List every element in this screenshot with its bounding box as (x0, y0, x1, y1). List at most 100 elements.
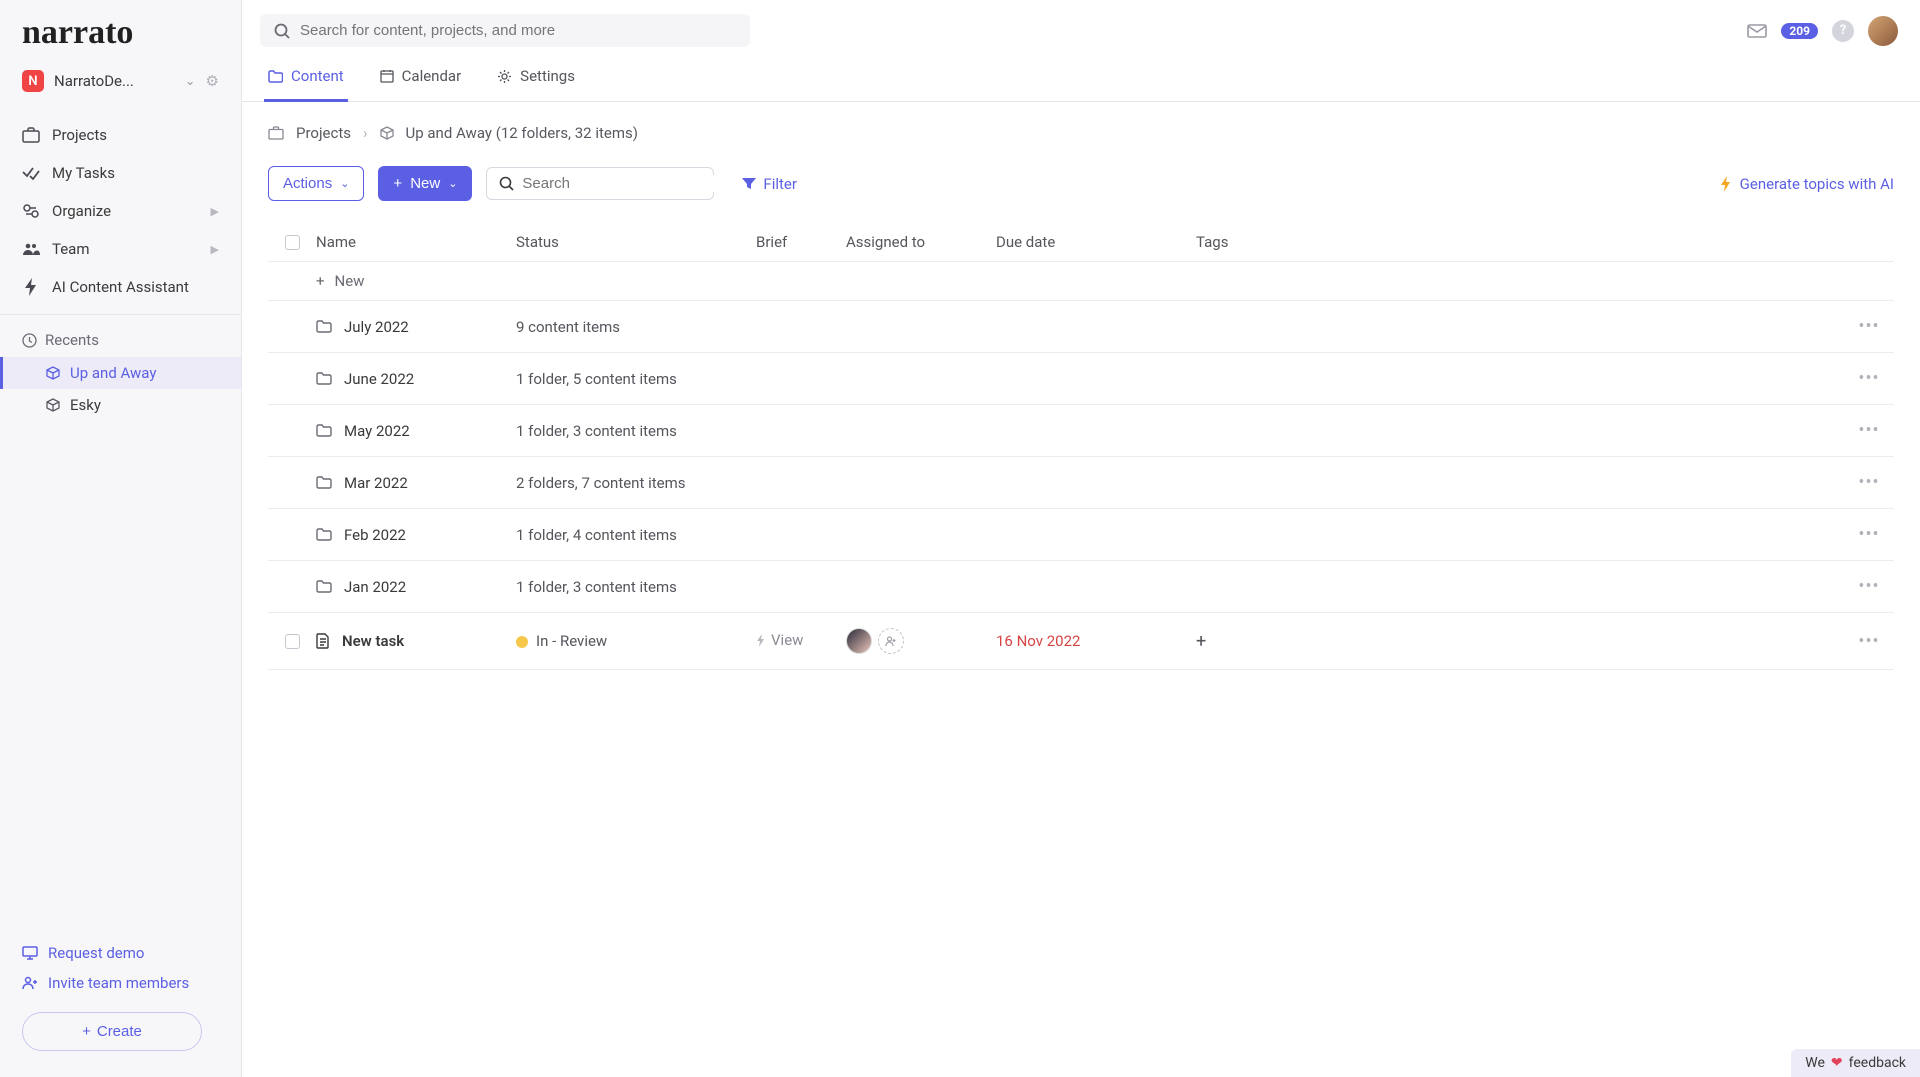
row-status: 1 folder, 4 content items (516, 526, 756, 544)
filter-label: Filter (763, 175, 797, 193)
row-due[interactable]: 16 Nov 2022 (996, 632, 1196, 650)
sidebar-footer: Request demo Invite team members + Creat… (0, 932, 241, 1077)
main: 209 ? Content Calendar Settings Proje (242, 0, 1920, 1077)
sidebar-item-mytasks[interactable]: My Tasks (0, 154, 241, 192)
user-avatar[interactable] (1868, 16, 1898, 46)
recents-label: Recents (45, 331, 99, 349)
table-row[interactable]: Jan 2022 1 folder, 3 content items ••• (268, 561, 1894, 613)
row-menu-button[interactable]: ••• (1844, 524, 1894, 545)
chevron-down-icon[interactable]: ⌄ (185, 74, 196, 89)
col-assigned[interactable]: Assigned to (846, 233, 996, 251)
new-button[interactable]: + New ⌄ (378, 166, 472, 201)
sidebar-item-label: Organize (52, 202, 111, 220)
generate-ai-button[interactable]: Generate topics with AI (1720, 175, 1894, 193)
envelope-icon[interactable] (1747, 24, 1767, 38)
breadcrumb-current[interactable]: Up and Away (12 folders, 32 items) (406, 124, 638, 142)
user-plus-icon (22, 976, 38, 990)
sidebar-item-label: Projects (52, 126, 107, 144)
heart-icon: ❤ (1831, 1055, 1843, 1071)
assignee-avatar[interactable] (846, 628, 872, 654)
col-name[interactable]: Name (316, 233, 516, 251)
add-assignee-button[interactable] (878, 628, 904, 654)
create-button[interactable]: + Create (22, 1012, 202, 1051)
status-dot (516, 636, 528, 648)
folder-icon (268, 70, 283, 83)
add-tag-button[interactable]: + (1196, 631, 1206, 652)
table-row[interactable]: Feb 2022 1 folder, 4 content items ••• (268, 509, 1894, 561)
actions-label: Actions (283, 175, 332, 192)
request-demo-label: Request demo (48, 944, 144, 962)
col-status[interactable]: Status (516, 233, 756, 251)
tab-label: Calendar (402, 67, 462, 85)
feedback-label: feedback (1849, 1055, 1906, 1071)
folder-icon (316, 580, 332, 593)
actions-button[interactable]: Actions ⌄ (268, 166, 364, 201)
content-table: Name Status Brief Assigned to Due date T… (268, 223, 1894, 670)
row-menu-button[interactable]: ••• (1844, 368, 1894, 389)
primary-nav: Projects My Tasks Organize ▶ Team ▶ AI C… (0, 106, 241, 306)
search-input[interactable] (300, 22, 736, 39)
sidebar-item-ai-assistant[interactable]: AI Content Assistant (0, 268, 241, 306)
plus-icon: + (393, 175, 402, 192)
select-all-checkbox[interactable] (285, 235, 300, 250)
row-menu-button[interactable]: ••• (1844, 576, 1894, 597)
divider (0, 314, 241, 315)
table-row[interactable]: June 2022 1 folder, 5 content items ••• (268, 353, 1894, 405)
invite-members-link[interactable]: Invite team members (22, 974, 219, 992)
request-demo-link[interactable]: Request demo (22, 944, 219, 962)
row-menu-button[interactable]: ••• (1844, 316, 1894, 337)
row-status: 1 folder, 3 content items (516, 578, 756, 596)
content-search-input[interactable] (522, 175, 721, 192)
filter-button[interactable]: Filter (742, 175, 797, 193)
filter-icon (742, 178, 756, 190)
row-menu-button[interactable]: ••• (1844, 631, 1894, 652)
row-name: July 2022 (344, 318, 409, 336)
row-menu-button[interactable]: ••• (1844, 420, 1894, 441)
col-tags[interactable]: Tags (1196, 233, 1844, 251)
breadcrumb-root[interactable]: Projects (296, 124, 351, 142)
notification-badge[interactable]: 209 (1781, 23, 1818, 39)
new-item-row[interactable]: + New (268, 262, 1894, 301)
content-search[interactable] (486, 167, 714, 200)
chevron-right-icon: ▶ (211, 243, 219, 256)
table-row[interactable]: July 2022 9 content items ••• (268, 301, 1894, 353)
check-icon (22, 166, 40, 180)
table-header: Name Status Brief Assigned to Due date T… (268, 223, 1894, 262)
workspace-selector[interactable]: N NarratoDe... ⌄ ⚙ (0, 60, 241, 106)
global-search[interactable] (260, 14, 750, 47)
feedback-button[interactable]: We ❤ feedback (1791, 1049, 1920, 1077)
recent-item-label: Esky (70, 396, 101, 414)
row-status: 1 folder, 5 content items (516, 370, 756, 388)
folder-icon (316, 476, 332, 489)
tab-calendar[interactable]: Calendar (376, 57, 466, 102)
sidebar-item-team[interactable]: Team ▶ (0, 230, 241, 268)
recent-item-up-and-away[interactable]: Up and Away (0, 357, 241, 389)
gear-icon[interactable]: ⚙ (206, 72, 219, 90)
workspace-badge: N (22, 70, 44, 92)
table-row[interactable]: May 2022 1 folder, 3 content items ••• (268, 405, 1894, 457)
tabs: Content Calendar Settings (242, 57, 1920, 102)
sidebar-item-label: AI Content Assistant (52, 278, 189, 296)
col-due[interactable]: Due date (996, 233, 1196, 251)
row-checkbox[interactable] (285, 634, 300, 649)
col-brief[interactable]: Brief (756, 233, 846, 251)
search-icon (499, 176, 514, 191)
table-row[interactable]: Mar 2022 2 folders, 7 content items ••• (268, 457, 1894, 509)
view-brief-button[interactable]: View (756, 631, 803, 649)
folder-icon (316, 528, 332, 541)
tab-settings[interactable]: Settings (493, 57, 579, 102)
sidebar-item-projects[interactable]: Projects (0, 116, 241, 154)
topbar-right: 209 ? (1747, 16, 1898, 46)
row-menu-button[interactable]: ••• (1844, 472, 1894, 493)
sidebar-item-organize[interactable]: Organize ▶ (0, 192, 241, 230)
sidebar: narrato N NarratoDe... ⌄ ⚙ Projects My T… (0, 0, 242, 1077)
help-icon[interactable]: ? (1832, 20, 1854, 42)
logo[interactable]: narrato (0, 0, 241, 60)
recent-item-esky[interactable]: Esky (0, 389, 241, 421)
plus-icon: + (82, 1023, 91, 1040)
box-icon (380, 126, 394, 140)
tab-content[interactable]: Content (264, 57, 348, 102)
toolbar: Actions ⌄ + New ⌄ Filter (268, 166, 1894, 201)
table-row[interactable]: New task In - Review View (268, 613, 1894, 670)
cell-assignee[interactable] (846, 628, 996, 654)
